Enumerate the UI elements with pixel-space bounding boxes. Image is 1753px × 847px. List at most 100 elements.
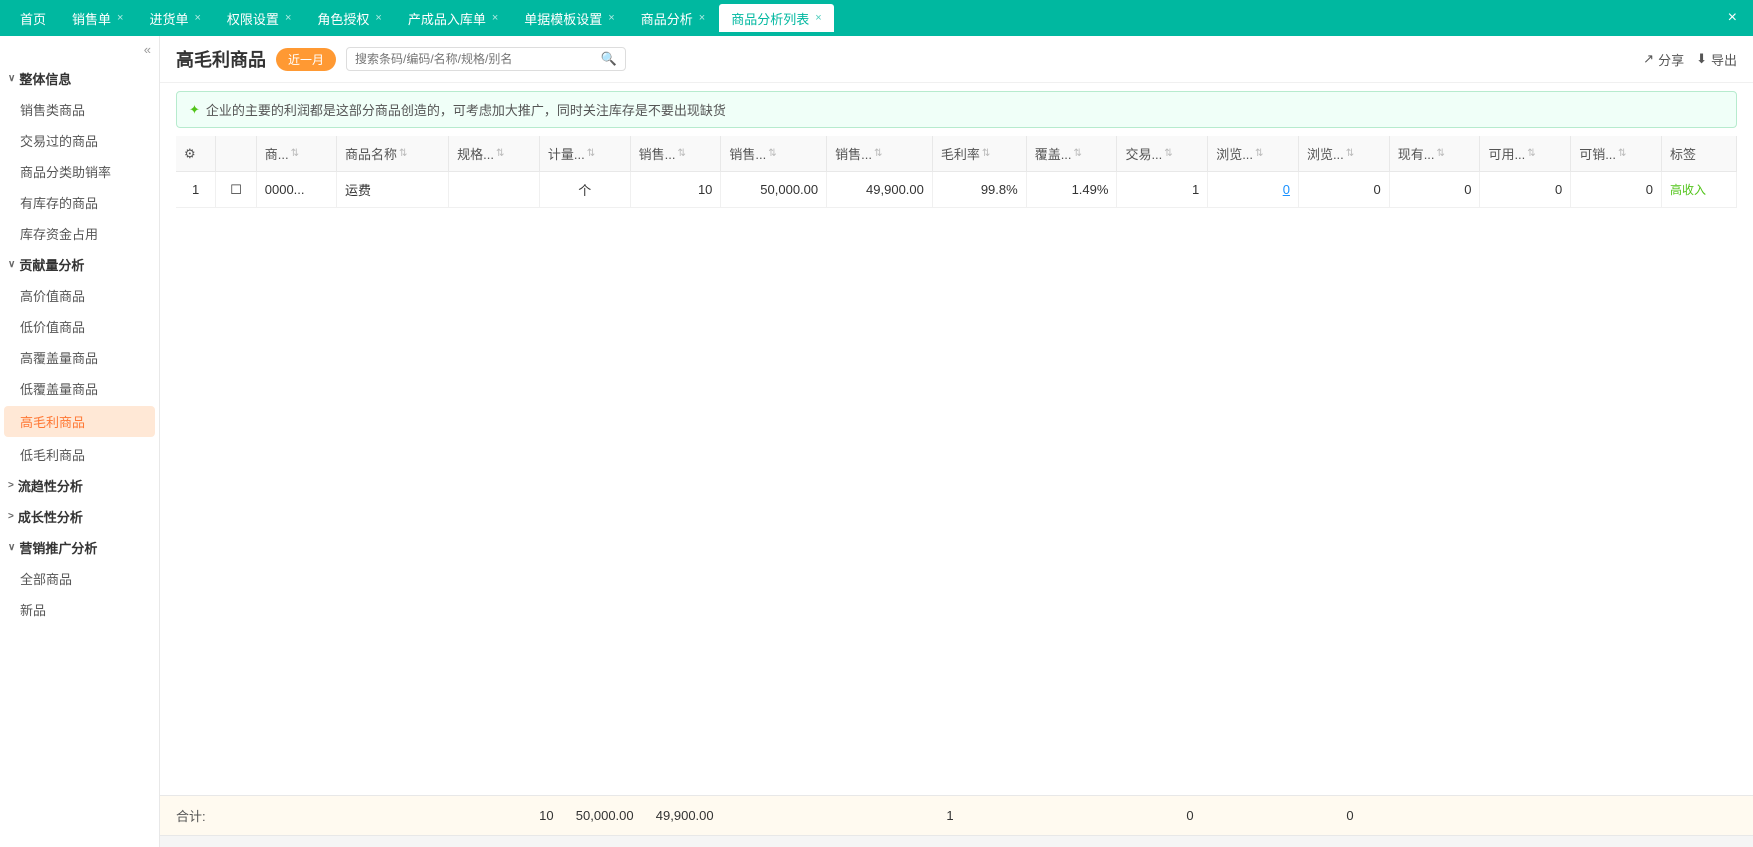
tab-close-icon[interactable]: × xyxy=(117,12,123,24)
cell-tag: 高收入 xyxy=(1661,172,1736,208)
cell-views1[interactable]: 0 xyxy=(1208,172,1299,208)
col-label: 销售... xyxy=(835,144,872,163)
nav-tab-权限设置[interactable]: 权限设置× xyxy=(215,4,303,32)
col-header-coverage[interactable]: 覆盖... ⇅ xyxy=(1026,136,1117,172)
export-icon: ⬇ xyxy=(1696,51,1707,67)
footer-spacer1 xyxy=(222,808,422,823)
sort-icon: ⇅ xyxy=(496,148,504,159)
content-area: 高毛利商品 近一月 🔍 ↗ 分享 ⬇ 导出 ✦ 企业的主要的利润都是这部分商品创… xyxy=(160,36,1753,847)
sidebar-collapse-button[interactable]: « xyxy=(0,36,159,63)
sidebar-item-高价值商品[interactable]: 高价值商品 xyxy=(0,280,159,311)
col-header-spec[interactable]: 规格... ⇅ xyxy=(449,136,540,172)
nav-tab-首页[interactable]: 首页 xyxy=(8,4,58,32)
cell-coverage: 1.49% xyxy=(1026,172,1117,208)
cell-stock_saleable: 0 xyxy=(1571,172,1662,208)
sidebar-item-低覆盖量商品[interactable]: 低覆盖量商品 xyxy=(0,373,159,404)
tab-close-icon[interactable]: × xyxy=(375,12,381,24)
nav-tab-商品分析列表[interactable]: 商品分析列表 × xyxy=(719,4,833,32)
info-icon: ✦ xyxy=(189,102,200,118)
col-header-code[interactable]: 商... ⇅ xyxy=(256,136,336,172)
col-header-transactions[interactable]: 交易... ⇅ xyxy=(1117,136,1208,172)
nav-tab-label: 商品分析列表 xyxy=(731,9,809,28)
sort-icon: ⇅ xyxy=(291,148,299,159)
tab-close-icon[interactable]: × xyxy=(492,12,498,24)
tab-close-icon[interactable]: × xyxy=(815,12,821,24)
sort-icon: ⇅ xyxy=(1255,148,1263,159)
nav-tab-进货单[interactable]: 进货单 × xyxy=(137,4,212,32)
sidebar-group-label: 贡献量分析 xyxy=(19,255,84,274)
export-button[interactable]: ⬇ 导出 xyxy=(1696,50,1737,69)
cell-sales_qty: 10 xyxy=(630,172,721,208)
footer-spacer5 xyxy=(962,808,1042,823)
cell-spec xyxy=(449,172,540,208)
col-header-sales_qty[interactable]: 销售... ⇅ xyxy=(630,136,721,172)
search-icon[interactable]: 🔍 xyxy=(601,51,617,67)
sidebar-item-低毛利商品[interactable]: 低毛利商品 xyxy=(0,439,159,470)
footer-sales-cost: 49,900.00 xyxy=(642,808,722,823)
tab-close-icon[interactable]: × xyxy=(285,12,291,24)
filter-button[interactable]: 近一月 xyxy=(276,48,336,71)
sidebar-group-label: 营销推广分析 xyxy=(19,538,97,557)
sidebar-item-交易过的商品[interactable]: 交易过的商品 xyxy=(0,125,159,156)
sidebar-item-商品分类助销率[interactable]: 商品分类助销率 xyxy=(0,156,159,187)
nav-tab-商品分析[interactable]: 商品分析× xyxy=(629,4,717,32)
close-all-button[interactable]: × xyxy=(1720,9,1745,27)
col-header-gross_margin[interactable]: 毛利率 ⇅ xyxy=(932,136,1026,172)
sidebar-item-高覆盖量商品[interactable]: 高覆盖量商品 xyxy=(0,342,159,373)
nav-tab-label: 进货单 xyxy=(149,9,188,28)
col-header-views2[interactable]: 浏览... ⇅ xyxy=(1298,136,1389,172)
data-table: ⚙商... ⇅商品名称 ⇅规格... ⇅计量... ⇅销售... ⇅销售... … xyxy=(176,136,1737,208)
nav-tab-产成品入库单[interactable]: 产成品入库单 × xyxy=(396,4,510,32)
share-icon: ↗ xyxy=(1643,51,1654,67)
tab-close-icon[interactable]: × xyxy=(608,12,614,24)
col-header-stock_available[interactable]: 可用... ⇅ xyxy=(1480,136,1571,172)
nav-tab-销售单[interactable]: 销售单× xyxy=(60,4,135,32)
sidebar-group-arrow: > xyxy=(8,480,14,491)
footer-spacer7 xyxy=(1202,808,1282,823)
footer-stock-saleable: 0 xyxy=(1282,808,1362,823)
sidebar-group-arrow: ∨ xyxy=(8,73,15,84)
sidebar-group-title-整体信息[interactable]: ∨整体信息 xyxy=(0,63,159,94)
col-header-stock_current[interactable]: 现有... ⇅ xyxy=(1389,136,1480,172)
sidebar-group-title-成长性分析[interactable]: >成长性分析 xyxy=(0,501,159,532)
sidebar-group-title-贡献量分析[interactable]: ∨贡献量分析 xyxy=(0,249,159,280)
sort-icon: ⇅ xyxy=(768,148,776,159)
horizontal-scrollbar[interactable] xyxy=(160,835,1753,847)
sort-icon: ⇅ xyxy=(982,148,990,159)
col-header-sales_amount[interactable]: 销售... ⇅ xyxy=(721,136,827,172)
col-header-sales_cost[interactable]: 销售... ⇅ xyxy=(827,136,933,172)
sidebar-item-有库存的商品[interactable]: 有库存的商品 xyxy=(0,187,159,218)
col-label: 商... xyxy=(265,144,289,163)
sidebar: « ∨整体信息销售类商品交易过的商品商品分类助销率有库存的商品库存资金占用∨贡献… xyxy=(0,36,160,847)
sort-icon: ⇅ xyxy=(399,148,407,159)
col-header-views1[interactable]: 浏览... ⇅ xyxy=(1208,136,1299,172)
nav-tab-label: 产成品入库单 xyxy=(408,9,486,28)
nav-tab-角色授权[interactable]: 角色授权× xyxy=(305,4,393,32)
footer-spacer6 xyxy=(1042,808,1122,823)
sidebar-item-新品[interactable]: 新品 xyxy=(0,594,159,625)
table-container: ⚙商... ⇅商品名称 ⇅规格... ⇅计量... ⇅销售... ⇅销售... … xyxy=(160,136,1753,795)
sidebar-item-全部商品[interactable]: 全部商品 xyxy=(0,563,159,594)
tab-close-icon[interactable]: × xyxy=(194,12,200,24)
sidebar-item-库存资金占用[interactable]: 库存资金占用 xyxy=(0,218,159,249)
col-label: 浏览... xyxy=(1307,144,1344,163)
info-banner: ✦ 企业的主要的利润都是这部分商品创造的，可考虑加大推广，同时关注库存是不要出现… xyxy=(176,91,1737,128)
share-button[interactable]: ↗ 分享 xyxy=(1643,50,1684,69)
col-header-unit[interactable]: 计量... ⇅ xyxy=(539,136,630,172)
nav-tab-单据模板设置[interactable]: 单据模板设置× xyxy=(512,4,626,32)
col-header-stock_saleable[interactable]: 可销... ⇅ xyxy=(1571,136,1662,172)
tab-close-icon[interactable]: × xyxy=(699,12,705,24)
main-layout: « ∨整体信息销售类商品交易过的商品商品分类助销率有库存的商品库存资金占用∨贡献… xyxy=(0,36,1753,847)
sidebar-item-销售类商品[interactable]: 销售类商品 xyxy=(0,94,159,125)
cell-checkbox[interactable]: ☐ xyxy=(216,172,256,208)
sidebar-group-title-营销推广分析[interactable]: ∨营销推广分析 xyxy=(0,532,159,563)
col-label: 销售... xyxy=(639,144,676,163)
sort-icon: ⇅ xyxy=(874,148,882,159)
cell-gross_margin: 99.8% xyxy=(932,172,1026,208)
sidebar-group-title-流趋性分析[interactable]: >流趋性分析 xyxy=(0,470,159,501)
search-input[interactable] xyxy=(355,52,595,66)
col-header-name[interactable]: 商品名称 ⇅ xyxy=(336,136,448,172)
sidebar-item-低价值商品[interactable]: 低价值商品 xyxy=(0,311,159,342)
sidebar-group: ∨贡献量分析高价值商品低价值商品高覆盖量商品低覆盖量商品高毛利商品低毛利商品 xyxy=(0,249,159,470)
sidebar-item-高毛利商品[interactable]: 高毛利商品 xyxy=(4,406,155,437)
